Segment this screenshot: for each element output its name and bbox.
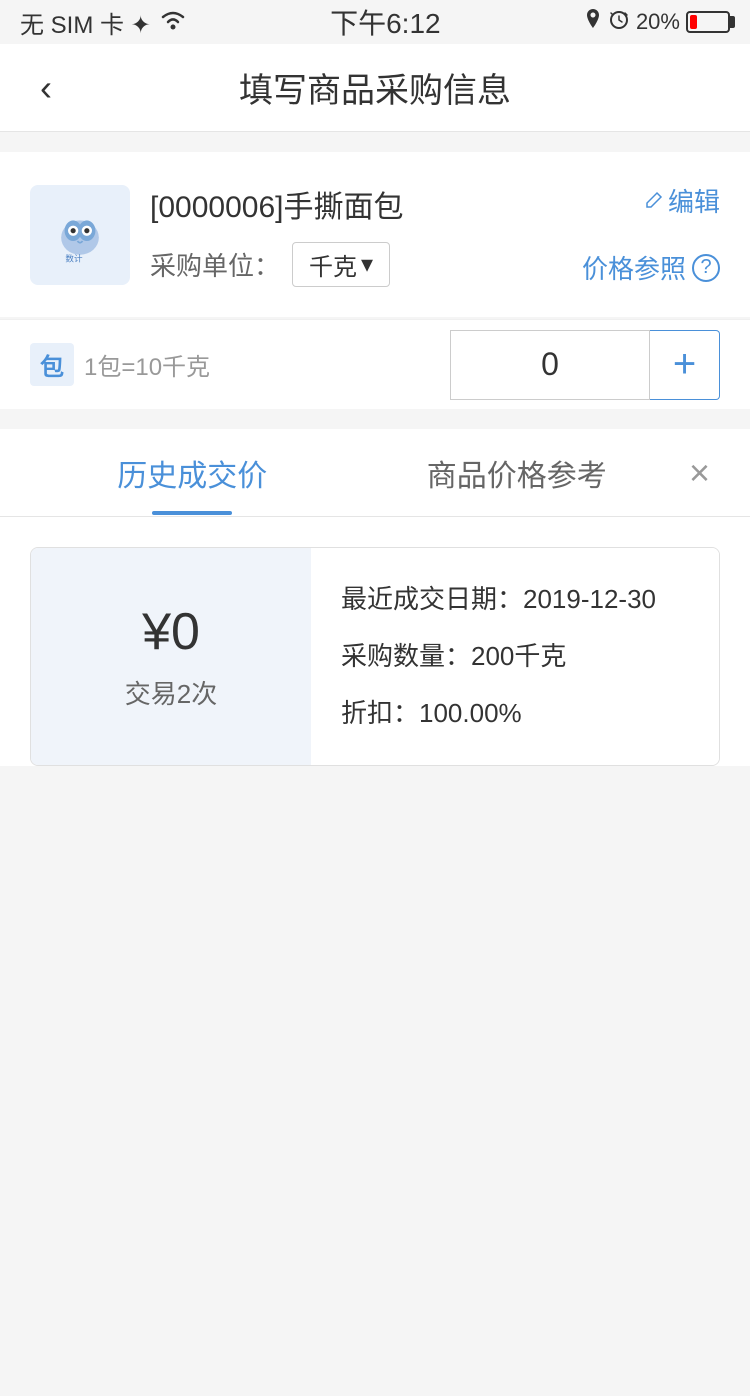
- unit-label: 采购单位：: [150, 246, 280, 283]
- back-button[interactable]: ‹: [30, 57, 62, 119]
- location-icon: [584, 8, 602, 36]
- recent-date-row: 最近成交日期：2019-12-30: [341, 580, 689, 619]
- battery-percentage: 20%: [636, 9, 680, 35]
- purchase-qty-value: 200千克: [471, 641, 566, 671]
- svg-text:数计: 数计: [65, 252, 83, 263]
- wifi-icon: [159, 8, 187, 37]
- product-card: 数计 [0000006]手撕面包 采购单位： 千克 ▾ 编辑: [0, 152, 750, 317]
- sim-status: 无 SIM 卡 ✦: [20, 5, 151, 40]
- dropdown-icon: ▾: [361, 250, 373, 279]
- battery-icon: [686, 11, 730, 33]
- edit-button[interactable]: 编辑: [642, 182, 720, 219]
- history-card: ¥0 交易2次 最近成交日期：2019-12-30 采购数量：200千克 折扣：…: [30, 547, 720, 766]
- product-left: 数计 [0000006]手撕面包 采购单位： 千克 ▾: [30, 182, 403, 287]
- quantity-control: +: [450, 330, 720, 400]
- quantity-plus-button[interactable]: +: [650, 330, 720, 400]
- currency-symbol: ¥: [142, 603, 171, 661]
- edit-label: 编辑: [668, 182, 720, 219]
- help-icon: ?: [692, 254, 720, 282]
- bao-badge: 包: [30, 343, 74, 386]
- product-unit-row: 采购单位： 千克 ▾: [150, 242, 403, 287]
- purchase-qty-label: 采购数量：: [341, 641, 471, 671]
- alarm-icon: [608, 8, 630, 36]
- discount-row: 折扣：100.00%: [341, 694, 689, 733]
- product-info: [0000006]手撕面包 采购单位： 千克 ▾: [150, 182, 403, 287]
- quantity-row: 包 1包=10千克 +: [0, 319, 750, 409]
- product-right: 编辑 价格参照 ?: [582, 182, 720, 286]
- product-thumbnail: 数计: [30, 185, 130, 285]
- bottom-area: [0, 796, 750, 1396]
- tabs-container: 历史成交价 商品价格参考 × ¥0 交易2次 最近成交日期：2019-12-30…: [0, 429, 750, 766]
- discount-label: 折扣：: [341, 698, 419, 728]
- history-right: 最近成交日期：2019-12-30 采购数量：200千克 折扣：100.00%: [311, 548, 719, 765]
- nav-bar: ‹ 填写商品采购信息: [0, 44, 750, 132]
- status-time: 下午6:12: [330, 2, 441, 42]
- discount-value: 100.00%: [419, 698, 522, 728]
- price-ref-button[interactable]: 价格参照 ?: [582, 249, 720, 286]
- recent-date-value: 2019-12-30: [523, 584, 656, 614]
- unit-value: 千克: [309, 247, 357, 282]
- product-name: [0000006]手撕面包: [150, 182, 403, 226]
- unit-select-button[interactable]: 千克 ▾: [292, 242, 390, 287]
- tabs-close-button[interactable]: ×: [679, 442, 720, 504]
- recent-date-label: 最近成交日期：: [341, 584, 523, 614]
- trade-count: 交易2次: [125, 674, 217, 711]
- status-left: 无 SIM 卡 ✦: [20, 5, 187, 40]
- purchase-qty-row: 采购数量：200千克: [341, 637, 689, 676]
- status-bar: 无 SIM 卡 ✦ 下午6:12 20%: [0, 0, 750, 44]
- price-value: 0: [171, 603, 200, 661]
- price-ref-label: 价格参照: [582, 249, 686, 286]
- product-header: 数计 [0000006]手撕面包 采购单位： 千克 ▾ 编辑: [30, 182, 720, 287]
- quantity-label-group: 包 1包=10千克: [30, 343, 210, 386]
- page-title: 填写商品采购信息: [239, 63, 511, 112]
- tab-history-price[interactable]: 历史成交价: [30, 431, 354, 515]
- unit-hint: 1包=10千克: [84, 347, 210, 382]
- history-left: ¥0 交易2次: [31, 548, 311, 765]
- tab-product-price[interactable]: 商品价格参考: [354, 431, 678, 515]
- tabs-header: 历史成交价 商品价格参考 ×: [0, 429, 750, 517]
- history-price: ¥0: [142, 602, 200, 662]
- quantity-input[interactable]: [450, 330, 650, 400]
- status-right: 20%: [584, 8, 730, 36]
